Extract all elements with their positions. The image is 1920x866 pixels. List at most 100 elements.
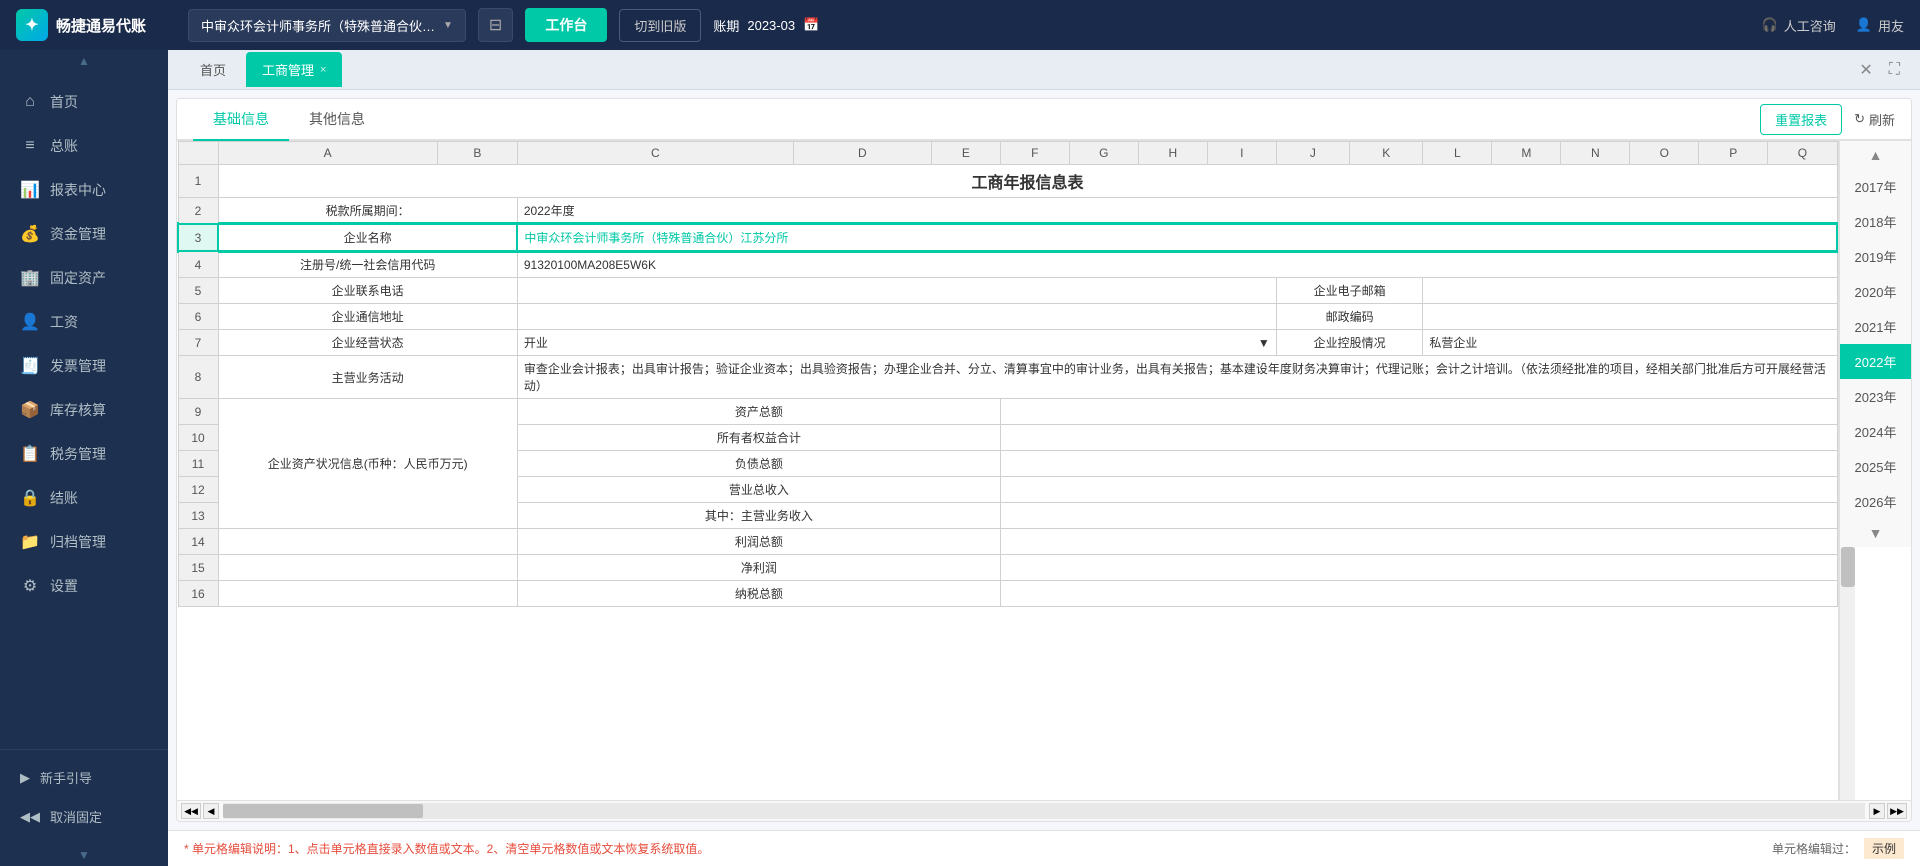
value-total-liabilities[interactable] [1000, 451, 1837, 477]
calendar-icon[interactable]: 📅 [803, 17, 819, 33]
refresh-button[interactable]: ↻ 刷新 [1854, 110, 1895, 129]
row-number: 2 [178, 198, 218, 225]
year-item-2022[interactable]: 2022年 [1840, 344, 1911, 379]
spreadsheet-container[interactable]: A B C D E F G H I J K L [177, 141, 1838, 800]
sidebar-item-close[interactable]: 🔒 结账 [0, 476, 168, 520]
unpin-item[interactable]: ◀◀ 取消固定 [0, 797, 168, 836]
value-total-tax[interactable] [1000, 581, 1837, 607]
vertical-scrollbar[interactable] [1839, 547, 1855, 800]
horizontal-scrollbar[interactable] [223, 803, 1865, 819]
sidebar-item-report[interactable]: 📊 报表中心 [0, 168, 168, 212]
old-version-button[interactable]: 切到旧版 [619, 9, 701, 42]
value-main-revenue[interactable] [1000, 503, 1837, 529]
label-total-liabilities: 负债总额 [517, 451, 1000, 477]
scroll-right[interactable]: ▶ [1869, 803, 1885, 819]
sidebar-item-fund[interactable]: 💰 资金管理 [0, 212, 168, 256]
value-owner-equity[interactable] [1000, 425, 1837, 451]
tab-home[interactable]: 首页 [184, 52, 242, 87]
consult-button[interactable]: 🎧 人工咨询 [1762, 16, 1836, 35]
home-tab-label: 首页 [200, 60, 226, 79]
year-item-2019[interactable]: 2019年 [1840, 239, 1911, 274]
year-item-2024[interactable]: 2024年 [1840, 414, 1911, 449]
col-header-i: I [1207, 142, 1276, 165]
sidebar-item-inventory[interactable]: 📦 库存核算 [0, 388, 168, 432]
sidebar-item-wage[interactable]: 👤 工资 [0, 300, 168, 344]
sidebar-label-settings: 设置 [50, 576, 78, 596]
label-owner-equity: 所有者权益合计 [517, 425, 1000, 451]
sidebar-scroll-down[interactable]: ▼ [0, 844, 168, 866]
scrollbar-thumb-h[interactable] [223, 804, 423, 818]
company-selector[interactable]: 中审众环会计师事务所（特殊普通合伙… ▼ [188, 9, 466, 42]
sidebar-item-ledger[interactable]: ≡ 总账 [0, 124, 168, 168]
scroll-right-end[interactable]: ▶▶ [1887, 803, 1907, 819]
new-guide-item[interactable]: ▶ 新手引导 [0, 758, 168, 797]
sub-tab-basic[interactable]: 基础信息 [193, 99, 289, 141]
pin-icon: ◀◀ [20, 809, 40, 825]
value-postcode[interactable] [1423, 304, 1837, 330]
scrollbar-thumb-v[interactable] [1841, 547, 1855, 587]
tab-bar-right: ✕ ⛶ [1855, 56, 1904, 84]
sidebar-item-home[interactable]: ⌂ 首页 [0, 80, 168, 124]
value-reg-code[interactable]: 91320100MA208E5W6K [517, 251, 1837, 278]
value-holding[interactable]: 私营企业 [1423, 330, 1837, 356]
workbench-button[interactable]: 工作台 [525, 8, 607, 42]
sidebar-item-invoice[interactable]: 🧾 发票管理 [0, 344, 168, 388]
period-value: 2023-03 [747, 18, 795, 33]
spreadsheet-wrapper: A B C D E F G H I J K L [177, 141, 1911, 800]
tab-close-icon[interactable]: × [320, 64, 326, 76]
year-scroll-down[interactable]: ▼ [1840, 519, 1911, 547]
value-total-revenue[interactable] [1000, 477, 1837, 503]
col-header-o: O [1630, 142, 1699, 165]
title-cell[interactable]: 工商年报信息表 [218, 165, 1837, 198]
sidebar-item-archive[interactable]: 📁 归档管理 [0, 520, 168, 564]
year-scroll-up[interactable]: ▲ [1840, 141, 1911, 169]
sidebar-item-settings[interactable]: ⚙ 设置 [0, 564, 168, 608]
value-tax-period[interactable]: 2022年度 [517, 198, 1837, 225]
guide-icon: ▶ [20, 770, 30, 786]
sidebar-label-close: 结账 [50, 488, 78, 508]
reset-report-button[interactable]: 重置报表 [1760, 104, 1842, 135]
user-area[interactable]: 👤 用友 [1856, 16, 1904, 35]
sidebar-scroll-up[interactable]: ▲ [0, 50, 168, 72]
copy-button[interactable]: ⊟ [478, 8, 513, 42]
value-email[interactable] [1423, 278, 1837, 304]
biz-status-arrow[interactable]: ▼ [1258, 336, 1270, 350]
year-item-2018[interactable]: 2018年 [1840, 204, 1911, 239]
value-company-name[interactable]: 中审众环会计师事务所（特殊普通合伙）江苏分所 [517, 224, 1837, 251]
unpin-label: 取消固定 [50, 807, 102, 826]
period-label: 账期 [713, 16, 739, 35]
value-main-biz[interactable]: 审查企业会计报表；出具审计报告；验证企业资本；出具验资报告；办理企业合并、分立、… [517, 356, 1837, 399]
year-item-2020[interactable]: 2020年 [1840, 274, 1911, 309]
cell-empty-9: 企业资产状况信息(币种：人民币万元) [218, 399, 517, 529]
value-total-profit[interactable] [1000, 529, 1837, 555]
home-icon: ⌂ [20, 93, 40, 111]
col-header-j: J [1276, 142, 1349, 165]
scroll-left[interactable]: ◀ [203, 803, 219, 819]
year-item-2021[interactable]: 2021年 [1840, 309, 1911, 344]
sidebar-item-tax[interactable]: 📋 税务管理 [0, 432, 168, 476]
tab-expand-button[interactable]: ⛶ [1885, 56, 1904, 84]
sub-tab-other[interactable]: 其他信息 [289, 99, 385, 141]
header-right: 🎧 人工咨询 👤 用友 [1762, 16, 1904, 35]
scroll-left-start[interactable]: ◀◀ [181, 803, 201, 819]
table-row: 6 企业通信地址 邮政编码 [178, 304, 1837, 330]
year-item-2017[interactable]: 2017年 [1840, 169, 1911, 204]
sidebar-item-asset[interactable]: 🏢 固定资产 [0, 256, 168, 300]
value-biz-status[interactable]: 开业 ▼ [517, 330, 1276, 356]
col-header-b: B [437, 142, 517, 165]
year-item-2023[interactable]: 2023年 [1840, 379, 1911, 414]
tab-commerce[interactable]: 工商管理 × [246, 52, 342, 87]
value-total-assets[interactable] [1000, 399, 1837, 425]
headset-icon: 🎧 [1762, 17, 1778, 33]
year-item-2026[interactable]: 2026年 [1840, 484, 1911, 519]
year-item-2025[interactable]: 2025年 [1840, 449, 1911, 484]
tab-close-window-button[interactable]: ✕ [1855, 56, 1876, 84]
label-address: 企业通信地址 [218, 304, 517, 330]
label-holding: 企业控股情况 [1276, 330, 1423, 356]
value-address[interactable] [517, 304, 1276, 330]
sidebar-label-wage: 工资 [50, 312, 78, 332]
value-phone[interactable] [517, 278, 1276, 304]
table-row: 14 利润总额 [178, 529, 1837, 555]
table-row: 4 注册号/统一社会信用代码 91320100MA208E5W6K [178, 251, 1837, 278]
value-net-profit[interactable] [1000, 555, 1837, 581]
